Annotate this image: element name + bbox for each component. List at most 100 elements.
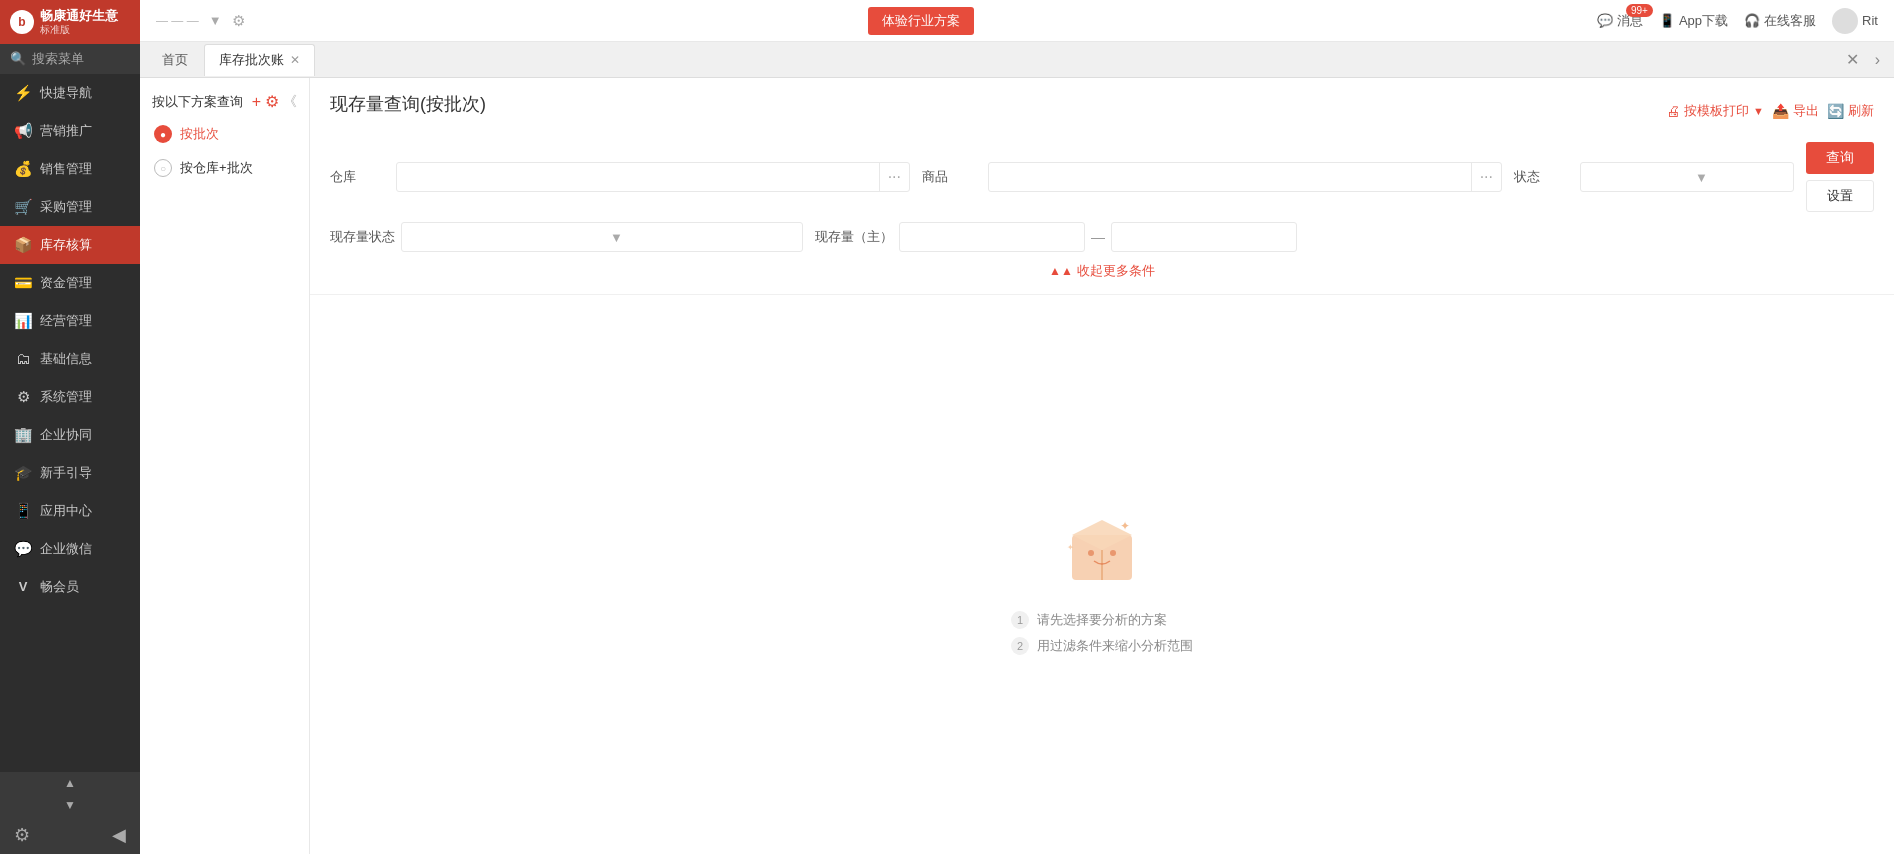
export-icon: 📤	[1772, 103, 1789, 119]
sidebar-item-shortcut[interactable]: ⚡ 快捷导航	[0, 74, 140, 112]
tab-close-icon[interactable]: ✕	[290, 53, 300, 67]
add-scheme-btn[interactable]: +	[252, 93, 261, 111]
panel-scroll-right-icon[interactable]: ›	[1869, 51, 1886, 69]
sidebar-item-label: 新手引导	[40, 464, 92, 482]
warehouse-filter-group: 仓库 ···	[330, 162, 910, 192]
left-panel-title: 按以下方案查询	[152, 93, 243, 111]
sidebar-collapse-icon[interactable]: ◀	[112, 824, 126, 846]
collapse-left-panel-btn[interactable]: 《	[283, 93, 297, 111]
sidebar-scroll-up[interactable]: ▲	[0, 772, 140, 794]
panel-close-btn[interactable]: ✕	[1838, 50, 1867, 69]
sidebar-item-weixin[interactable]: 💬 企业微信	[0, 530, 140, 568]
sidebar: b 畅康通好生意 标准版 🔍 搜索菜单 ⚡ 快捷导航 📢 营销推广 💰 销售管理…	[0, 0, 140, 854]
warehouse-input[interactable]	[397, 170, 879, 185]
sidebar-item-basic[interactable]: 🗂 基础信息	[0, 340, 140, 378]
sidebar-search-btn[interactable]: 🔍 搜索菜单	[0, 44, 140, 74]
sidebar-item-sales[interactable]: 💰 销售管理	[0, 150, 140, 188]
topbar-actions: 体验行业方案	[868, 7, 974, 35]
settings-icon[interactable]: ⚙	[232, 12, 245, 30]
sidebar-item-label: 系统管理	[40, 388, 92, 406]
app-download-btn[interactable]: 📱 App下载	[1659, 12, 1728, 30]
newbie-icon: 🎓	[14, 464, 32, 482]
stock-status-label: 现存量状态	[330, 228, 395, 246]
app-download-label: App下载	[1679, 12, 1728, 30]
settings-btn[interactable]: 设置	[1806, 180, 1874, 212]
user-label: Rit	[1862, 13, 1878, 28]
status-select-wrapper: ▼	[1580, 162, 1794, 192]
export-btn[interactable]: 📤 导出	[1772, 102, 1819, 120]
message-icon: 💬	[1597, 13, 1613, 28]
sidebar-item-system[interactable]: ⚙ 系统管理	[0, 378, 140, 416]
sidebar-item-member[interactable]: V 畅会员	[0, 568, 140, 606]
sidebar-item-marketing[interactable]: 📢 营销推广	[0, 112, 140, 150]
tab-home[interactable]: 首页	[148, 44, 202, 76]
range-separator: —	[1091, 229, 1105, 245]
print-label: 按模板打印	[1684, 102, 1749, 120]
breadcrumb-text: — — —	[156, 14, 199, 28]
warehouse-label: 仓库	[330, 168, 390, 186]
topbar-left: — — — ▼ ⚙	[156, 12, 245, 30]
finance-icon: 💳	[14, 274, 32, 292]
stock-main-label: 现存量（主）	[815, 228, 893, 246]
goods-dots-btn[interactable]: ···	[1471, 163, 1501, 191]
sidebar-item-label: 库存核算	[40, 236, 92, 254]
print-btn[interactable]: 🖨 按模板打印 ▼	[1666, 102, 1764, 120]
filter-row-1: 仓库 ··· 商品 ··· 状态	[330, 142, 1874, 212]
left-panel-header: 按以下方案查询 + ⚙ 《	[140, 86, 309, 117]
scheme-item-by-warehouse-batch[interactable]: ○ 按仓库+批次	[140, 151, 309, 185]
svg-point-4	[1110, 550, 1116, 556]
app-logo: b	[10, 10, 34, 34]
sidebar-item-label: 快捷导航	[40, 84, 92, 102]
sidebar-item-label: 采购管理	[40, 198, 92, 216]
system-icon: ⚙	[14, 388, 32, 406]
sidebar-item-newbie[interactable]: 🎓 新手引导	[0, 454, 140, 492]
goods-input-wrapper: ···	[988, 162, 1502, 192]
status-dropdown-icon[interactable]: ▼	[1687, 170, 1793, 185]
tab-inventory-batch[interactable]: 库存批次账 ✕	[204, 44, 315, 76]
sidebar-item-apps[interactable]: 📱 应用中心	[0, 492, 140, 530]
weixin-icon: 💬	[14, 540, 32, 558]
stock-main-to-input[interactable]	[1111, 222, 1297, 252]
sidebar-settings-icon[interactable]: ⚙	[14, 824, 30, 846]
purchase-icon: 🛒	[14, 198, 32, 216]
user-avatar-btn[interactable]: Rit	[1832, 8, 1878, 34]
scheme-settings-btn[interactable]: ⚙	[265, 92, 279, 111]
sidebar-scroll-down[interactable]: ▼	[0, 794, 140, 816]
tab-home-label: 首页	[162, 51, 188, 69]
sidebar-item-finance[interactable]: 💳 资金管理	[0, 264, 140, 302]
hint-text-2: 用过滤条件来缩小分析范围	[1037, 637, 1193, 655]
basic-icon: 🗂	[14, 350, 32, 367]
sidebar-item-enterprise[interactable]: 🏢 企业协同	[0, 416, 140, 454]
online-service-btn[interactable]: 🎧 在线客服	[1744, 12, 1816, 30]
member-icon: V	[14, 579, 32, 594]
messages-badge: 99+	[1626, 4, 1653, 17]
tab-bar: 首页 库存批次账 ✕ ✕ ›	[140, 42, 1894, 78]
hint-num-2: 2	[1011, 637, 1029, 655]
refresh-label: 刷新	[1848, 102, 1874, 120]
sidebar-item-operations[interactable]: 📊 经营管理	[0, 302, 140, 340]
operations-icon: 📊	[14, 312, 32, 330]
goods-input[interactable]	[989, 170, 1471, 185]
warehouse-dots-btn[interactable]: ···	[879, 163, 909, 191]
sidebar-nav: ⚡ 快捷导航 📢 营销推广 💰 销售管理 🛒 采购管理 📦 库存核算 💳 资金管…	[0, 74, 140, 772]
print-dropdown-icon[interactable]: ▼	[1753, 105, 1764, 117]
scheme-item-by-batch[interactable]: ● 按批次	[140, 117, 309, 151]
stock-status-select-wrapper: ▼	[401, 222, 803, 252]
stock-main-from-input[interactable]	[899, 222, 1085, 252]
stock-status-dropdown-icon[interactable]: ▼	[602, 230, 802, 245]
empty-hints: 1 请先选择要分析的方案 2 用过滤条件来缩小分析范围	[1011, 611, 1193, 655]
query-btn[interactable]: 查询	[1806, 142, 1874, 174]
experience-btn[interactable]: 体验行业方案	[868, 7, 974, 35]
messages-btn[interactable]: 💬 消息 99+	[1597, 12, 1643, 30]
empty-icon: ✦ ✦	[1052, 495, 1152, 595]
warehouse-input-wrapper: ···	[396, 162, 910, 192]
sidebar-item-inventory[interactable]: 📦 库存核算	[0, 226, 140, 264]
collapse-more-btn[interactable]: ▲▲ 收起更多条件	[330, 256, 1874, 286]
sidebar-item-purchase[interactable]: 🛒 采购管理	[0, 188, 140, 226]
sidebar-header: b 畅康通好生意 标准版	[0, 0, 140, 44]
query-area: 现存量查询(按批次) 🖨 按模板打印 ▼ 📤 导出 🔄	[310, 78, 1894, 295]
enterprise-icon: 🏢	[14, 426, 32, 444]
dropdown-arrow-icon[interactable]: ▼	[209, 13, 222, 28]
refresh-btn[interactable]: 🔄 刷新	[1827, 102, 1874, 120]
sidebar-item-label: 应用中心	[40, 502, 92, 520]
